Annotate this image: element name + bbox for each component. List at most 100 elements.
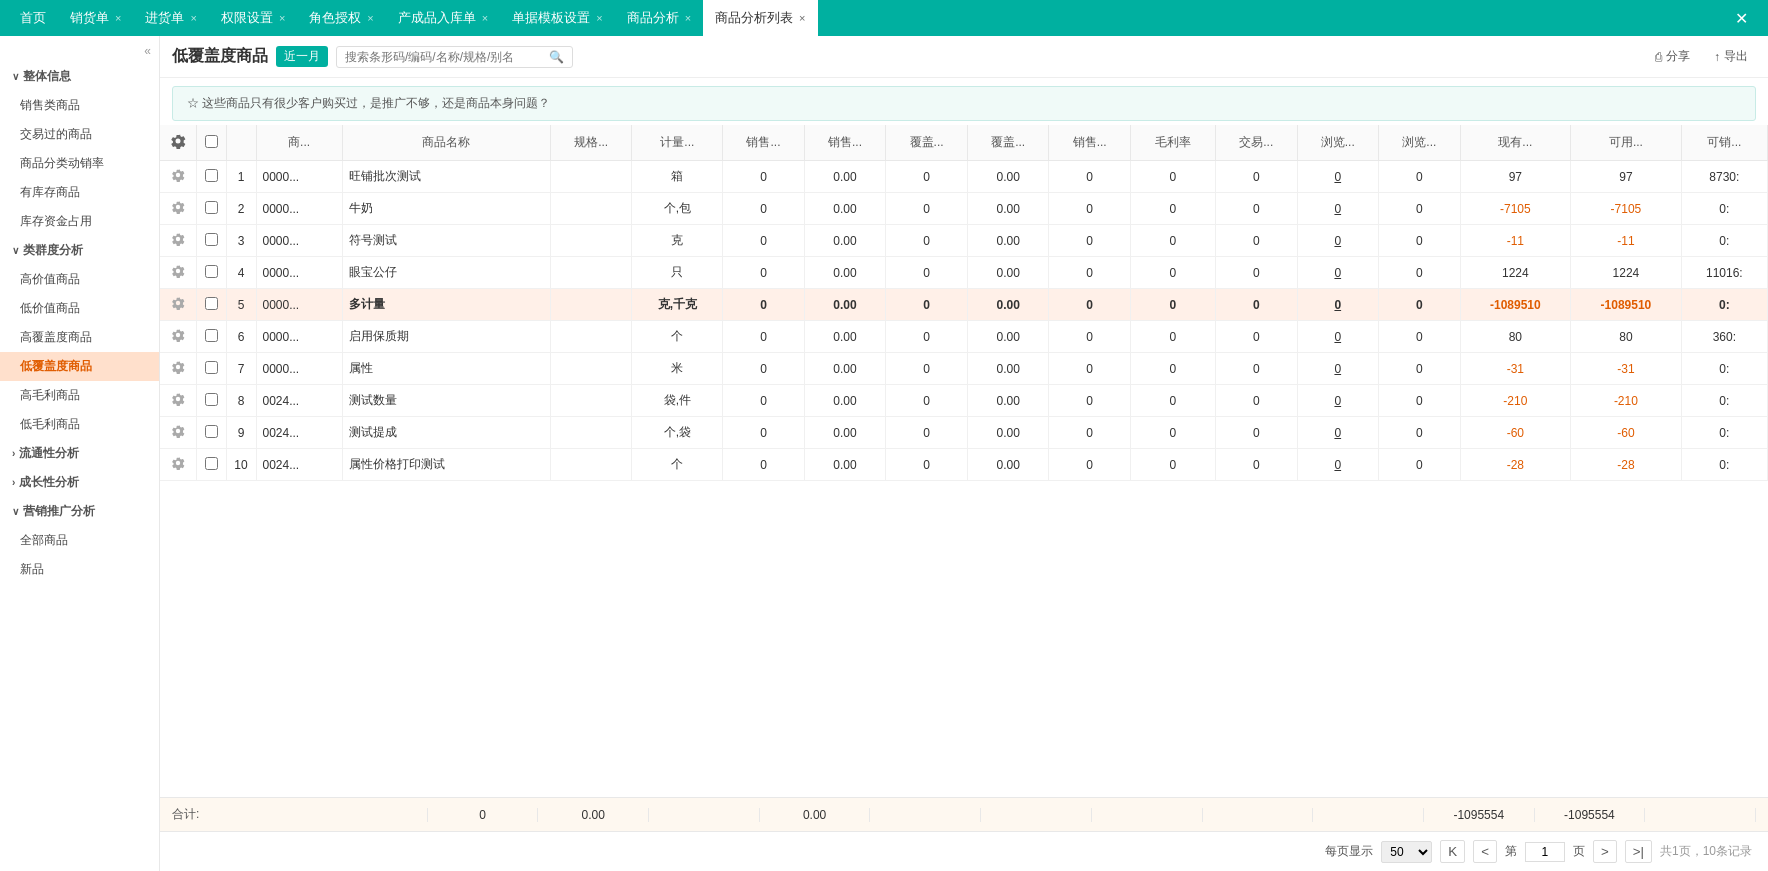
sidebar-section-overall[interactable]: ∨ 整体信息: [0, 62, 159, 91]
period-badge[interactable]: 近一月: [276, 46, 328, 67]
row-gross-rate: 0: [1130, 417, 1215, 449]
page-first-button[interactable]: K: [1440, 840, 1465, 863]
row-browse1[interactable]: 0: [1297, 385, 1379, 417]
row-index: 2: [226, 193, 256, 225]
nav-item-product-warehouse[interactable]: 产成品入库单 ×: [386, 0, 500, 36]
nav-item-home[interactable]: 首页: [8, 0, 58, 36]
row-checkbox[interactable]: [196, 321, 226, 353]
row-browse2: 0: [1379, 417, 1461, 449]
row-checkbox[interactable]: [196, 289, 226, 321]
nav-close-permissions[interactable]: ×: [279, 12, 285, 24]
row-settings[interactable]: [160, 289, 196, 321]
th-code: 商...: [256, 125, 342, 161]
page-size-select[interactable]: 50 10 20 100: [1381, 841, 1432, 863]
sidebar-section-circulation[interactable]: › 流通性分析: [0, 439, 159, 468]
nav-item-roles[interactable]: 角色授权 ×: [297, 0, 385, 36]
th-select-all[interactable]: [196, 125, 226, 161]
row-browse1[interactable]: 0: [1297, 289, 1379, 321]
row-checkbox[interactable]: [196, 225, 226, 257]
row-browse1[interactable]: 0: [1297, 257, 1379, 289]
row-index: 1: [226, 161, 256, 193]
nav-close-product-warehouse[interactable]: ×: [482, 12, 488, 24]
nav-close-analysis[interactable]: ×: [685, 12, 691, 24]
sidebar-item-category-rate[interactable]: 商品分类动销率: [0, 149, 159, 178]
row-settings[interactable]: [160, 385, 196, 417]
nav-item-permissions[interactable]: 权限设置 ×: [209, 0, 297, 36]
page-label-after: 页: [1573, 843, 1585, 860]
sidebar-item-new-goods[interactable]: 新品: [0, 555, 159, 584]
select-all-checkbox[interactable]: [205, 135, 218, 148]
sidebar-section-marketing[interactable]: ∨ 营销推广分析: [0, 497, 159, 526]
row-browse1[interactable]: 0: [1297, 225, 1379, 257]
row-checkbox[interactable]: [196, 417, 226, 449]
row-settings[interactable]: [160, 257, 196, 289]
row-settings[interactable]: [160, 193, 196, 225]
row-sales-count: 0: [1049, 161, 1131, 193]
row-settings[interactable]: [160, 225, 196, 257]
page-next-button[interactable]: >: [1593, 840, 1617, 863]
sidebar-collapse-button[interactable]: «: [0, 36, 159, 62]
search-input[interactable]: [345, 50, 545, 64]
th-settings[interactable]: [160, 125, 196, 161]
sidebar-item-all-goods[interactable]: 全部商品: [0, 526, 159, 555]
row-checkbox[interactable]: [196, 385, 226, 417]
row-index: 6: [226, 321, 256, 353]
row-settings[interactable]: [160, 449, 196, 481]
nav-close-purchase[interactable]: ×: [190, 12, 196, 24]
sidebar-item-stock-fund[interactable]: 库存资金占用: [0, 207, 159, 236]
sidebar-item-high-value[interactable]: 高价值商品: [0, 265, 159, 294]
sidebar-item-in-stock[interactable]: 有库存商品: [0, 178, 159, 207]
row-index: 3: [226, 225, 256, 257]
nav-close-sales[interactable]: ×: [115, 12, 121, 24]
nav-close-template[interactable]: ×: [596, 12, 602, 24]
row-coverage2: 0.00: [967, 353, 1049, 385]
row-browse1[interactable]: 0: [1297, 353, 1379, 385]
sidebar-section-cluster[interactable]: ∨ 类群度分析: [0, 236, 159, 265]
page-last-button[interactable]: >|: [1625, 840, 1652, 863]
sidebar-item-low-value[interactable]: 低价值商品: [0, 294, 159, 323]
sidebar-section-growth[interactable]: › 成长性分析: [0, 468, 159, 497]
page-prev-button[interactable]: <: [1473, 840, 1497, 863]
row-checkbox[interactable]: [196, 449, 226, 481]
nav-item-analysis-list[interactable]: 商品分析列表 ×: [703, 0, 817, 36]
nav-close-roles[interactable]: ×: [367, 12, 373, 24]
row-code: 0024...: [256, 449, 342, 481]
sidebar-item-low-margin[interactable]: 低毛利商品: [0, 410, 159, 439]
page-number-input[interactable]: [1525, 842, 1565, 862]
row-browse1[interactable]: 0: [1297, 417, 1379, 449]
row-browse1[interactable]: 0: [1297, 449, 1379, 481]
search-icon[interactable]: 🔍: [549, 50, 564, 64]
row-current-stock: -7105: [1460, 193, 1571, 225]
row-sellable: 11016:: [1681, 257, 1767, 289]
export-button[interactable]: ↑ 导出: [1706, 44, 1756, 69]
row-checkbox[interactable]: [196, 353, 226, 385]
row-browse1[interactable]: 0: [1297, 193, 1379, 225]
row-coverage1: 0: [886, 289, 968, 321]
row-settings[interactable]: [160, 353, 196, 385]
sidebar-item-sales-goods[interactable]: 销售类商品: [0, 91, 159, 120]
row-browse1[interactable]: 0: [1297, 161, 1379, 193]
nav-item-purchase[interactable]: 进货单 ×: [133, 0, 208, 36]
nav-close-analysis-list[interactable]: ×: [799, 12, 805, 24]
sidebar-item-high-margin[interactable]: 高毛利商品: [0, 381, 159, 410]
row-sales-qty: 0: [723, 385, 805, 417]
nav-item-template[interactable]: 单据模板设置 ×: [500, 0, 614, 36]
sidebar-item-high-coverage[interactable]: 高覆盖度商品: [0, 323, 159, 352]
row-sales-count: 0: [1049, 417, 1131, 449]
row-checkbox[interactable]: [196, 257, 226, 289]
row-browse1[interactable]: 0: [1297, 321, 1379, 353]
row-spec: [550, 385, 632, 417]
sidebar-item-traded-goods[interactable]: 交易过的商品: [0, 120, 159, 149]
window-close-button[interactable]: ✕: [1723, 9, 1760, 28]
row-settings[interactable]: [160, 321, 196, 353]
share-button[interactable]: ⎙ 分享: [1647, 44, 1698, 69]
th-current-stock: 现有...: [1460, 125, 1571, 161]
row-settings[interactable]: [160, 161, 196, 193]
nav-item-sales[interactable]: 销货单 ×: [58, 0, 133, 36]
arrow-icon-2: ∨: [12, 245, 19, 256]
sidebar-item-low-coverage[interactable]: 低覆盖度商品: [0, 352, 159, 381]
row-settings[interactable]: [160, 417, 196, 449]
row-checkbox[interactable]: [196, 193, 226, 225]
row-checkbox[interactable]: [196, 161, 226, 193]
nav-item-analysis[interactable]: 商品分析 ×: [615, 0, 703, 36]
